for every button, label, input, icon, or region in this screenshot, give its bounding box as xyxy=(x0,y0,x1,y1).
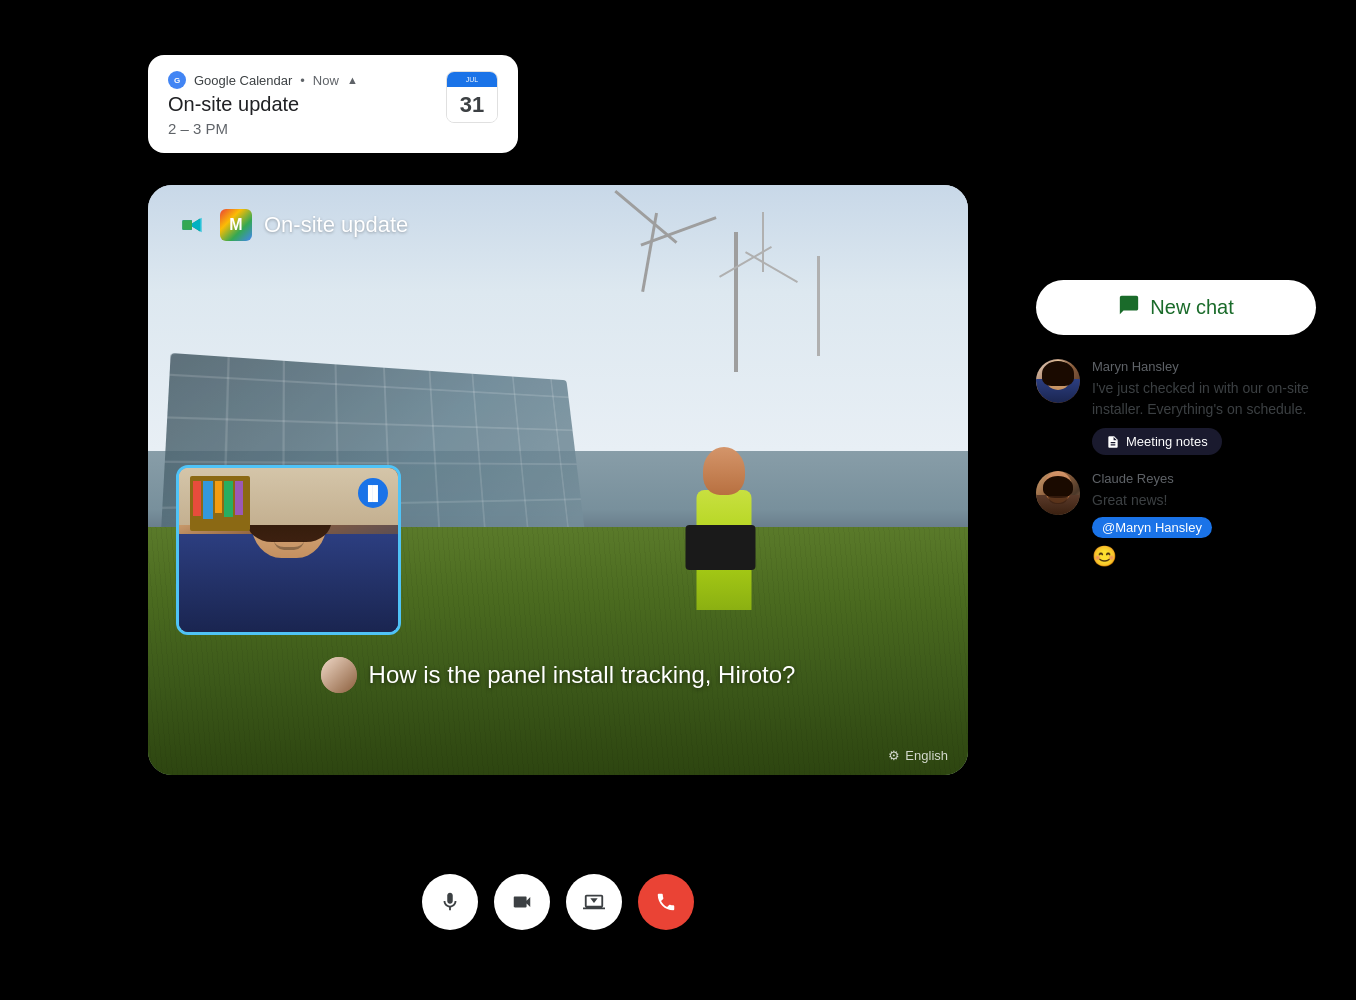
claude-avatar xyxy=(1036,471,1080,515)
gear-icon: ⚙ xyxy=(888,748,900,763)
camera-button[interactable] xyxy=(494,874,550,930)
calendar-icon-header: JUL xyxy=(447,72,497,87)
maryn-message-text: I've just checked in with our on-site in… xyxy=(1092,378,1316,420)
notification-title: On-site update xyxy=(168,93,358,116)
svg-rect-2 xyxy=(182,220,192,230)
book-1 xyxy=(193,481,201,516)
claude-message-content: Claude Reyes Great news! @Maryn Hansley … xyxy=(1092,471,1316,568)
mic-active-indicator: ▐▌ xyxy=(358,478,388,508)
present-button[interactable] xyxy=(566,874,622,930)
chat-messages-list: Maryn Hansley I've just checked in with … xyxy=(1036,359,1316,568)
present-icon xyxy=(583,891,605,913)
meet-call-title: On-site update xyxy=(264,212,408,238)
google-meet-logo: M xyxy=(176,209,208,241)
notes-icon xyxy=(1106,435,1120,449)
meeting-notes-label: Meeting notes xyxy=(1126,434,1208,449)
book-4 xyxy=(224,481,233,517)
chat-message-2: Claude Reyes Great news! @Maryn Hansley … xyxy=(1036,471,1316,568)
self-video-pip: ▐▌ xyxy=(176,465,401,635)
claude-message-text: Great news! xyxy=(1092,490,1316,511)
camera-icon xyxy=(511,891,533,913)
maryn-sender-name: Maryn Hansley xyxy=(1092,359,1316,374)
book-2 xyxy=(203,481,213,519)
reaction-emoji: 😊 xyxy=(1092,544,1316,568)
caption-text: How is the panel install tracking, Hirot… xyxy=(369,661,796,689)
maryn-avatar xyxy=(1036,359,1080,403)
book-5 xyxy=(235,481,243,515)
new-chat-button[interactable]: New chat xyxy=(1036,280,1316,335)
notification-header: G Google Calendar • Now ▲ xyxy=(168,71,358,89)
meet-logo-icon: M xyxy=(220,209,252,241)
notif-dot: • xyxy=(300,73,305,88)
turbine-mast-1 xyxy=(734,232,738,372)
mention-text: @Maryn Hansley xyxy=(1102,520,1202,535)
maryn-message-content: Maryn Hansley I've just checked in with … xyxy=(1092,359,1316,455)
end-call-button[interactable] xyxy=(638,874,694,930)
end-call-icon xyxy=(655,891,677,913)
caption-speaker-avatar xyxy=(321,657,357,693)
notif-chevron: ▲ xyxy=(347,74,358,86)
calendar-app-icon: JUL 31 xyxy=(446,71,498,123)
calendar-icon-day: 31 xyxy=(447,87,497,122)
notification-subtitle: 2 – 3 PM xyxy=(168,120,358,137)
meet-header: M M On-site update xyxy=(176,209,408,241)
chat-panel: New chat Maryn Hansley I've just checked… xyxy=(1036,280,1316,568)
new-chat-icon xyxy=(1118,294,1140,321)
call-controls xyxy=(148,874,968,930)
claude-sender-name: Claude Reyes xyxy=(1092,471,1316,486)
chat-message-1: Maryn Hansley I've just checked in with … xyxy=(1036,359,1316,455)
notif-app-name: Google Calendar xyxy=(194,73,292,88)
mention-chip: @Maryn Hansley xyxy=(1092,517,1212,538)
bookshelf xyxy=(190,476,250,531)
meeting-notes-chip[interactable]: Meeting notes xyxy=(1092,428,1222,455)
notification-card: G Google Calendar • Now ▲ On-site update… xyxy=(148,55,518,153)
language-label: English xyxy=(905,748,948,763)
video-call-container: M M On-site update xyxy=(148,185,968,775)
worker-laptop xyxy=(686,525,756,570)
gcal-icon: G xyxy=(168,71,186,89)
mic-button[interactable] xyxy=(422,874,478,930)
turbine-mast-2 xyxy=(817,256,820,356)
captions-bar: How is the panel install tracking, Hirot… xyxy=(148,657,968,693)
new-chat-label: New chat xyxy=(1150,296,1233,319)
book-3 xyxy=(215,481,222,513)
worker-figure xyxy=(644,390,804,610)
worker-head xyxy=(703,447,745,495)
notif-time: Now xyxy=(313,73,339,88)
notification-content: G Google Calendar • Now ▲ On-site update… xyxy=(168,71,358,137)
mic-icon xyxy=(439,891,461,913)
language-badge: ⚙ English xyxy=(888,748,948,763)
